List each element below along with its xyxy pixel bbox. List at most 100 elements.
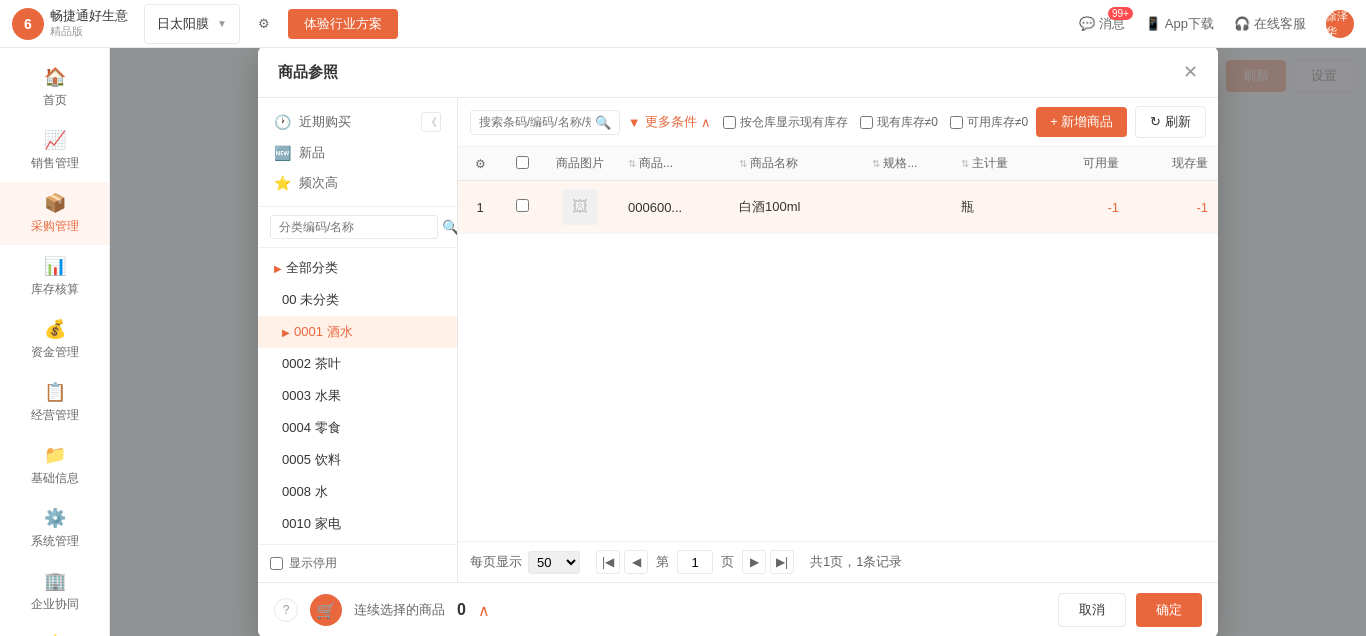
settings-icon[interactable]: ⚙ (475, 157, 486, 171)
category-search-input[interactable] (270, 215, 438, 239)
sidebar-item-system[interactable]: ⚙️ 系统管理 (0, 497, 109, 560)
row-img: 🖼 (542, 181, 618, 234)
sidebar-item-finance[interactable]: 💰 资金管理 (0, 308, 109, 371)
toolbar-right: + 新增商品 ↻ 刷新 (1036, 106, 1206, 138)
page-navigation: |◀ ◀ 第 页 ▶ ▶| (596, 550, 794, 574)
quick-filter-new-label: 新品 (299, 144, 325, 162)
sidebar-item-operations[interactable]: 📋 经营管理 (0, 371, 109, 434)
trial-button[interactable]: 体验行业方案 (288, 9, 398, 39)
category-search-icon[interactable]: 🔍 (442, 219, 458, 235)
operations-icon: 📋 (44, 381, 66, 403)
help-button[interactable]: ? (274, 598, 298, 622)
filter-label: 更多条件 (645, 113, 697, 131)
main-layout: 🏠 首页 📈 销售管理 📦 采购管理 📊 库存核算 💰 资金管理 📋 经营管理 … (0, 48, 1366, 636)
product-search-icon[interactable]: 🔍 (595, 115, 611, 130)
product-search-input[interactable] (479, 115, 591, 129)
messages-button[interactable]: 💬 消息 99+ (1079, 15, 1125, 33)
display-disabled-checkbox[interactable] (270, 557, 283, 570)
modal-footer: ? 🛒 连续选择的商品 0 ∧ 取消 确定 (258, 582, 1218, 636)
chevron-down-icon: ▼ (217, 18, 227, 29)
sidebar-item-guide[interactable]: 🌟 新手引导 (0, 623, 109, 636)
checkbox-warehouse[interactable]: 按仓库显示现有库存 (723, 114, 848, 131)
sidebar-label-inventory: 库存核算 (31, 281, 79, 298)
checkbox-avail-input[interactable] (950, 116, 963, 129)
page-prev-button[interactable]: ◀ (624, 550, 648, 574)
cat-item-0002[interactable]: 0002 茶叶 (258, 348, 457, 380)
refresh-button[interactable]: ↻ 刷新 (1135, 106, 1206, 138)
dropdown-menu[interactable]: 日太阳膜 ▼ (144, 4, 240, 44)
settings-icon[interactable]: ⚙ (248, 8, 280, 40)
product-table: ⚙ 商品图片 (458, 147, 1218, 234)
select-all-checkbox[interactable] (516, 156, 529, 169)
row-num: 1 (458, 181, 502, 234)
collapse-icon[interactable]: ∧ (478, 601, 490, 620)
cat-item-0004[interactable]: 0004 零食 (258, 412, 457, 444)
per-page-label: 每页显示 (470, 553, 522, 571)
category-panel: 🕐 近期购买 《 🆕 新品 ⭐ 频次高 (258, 98, 458, 582)
table-row[interactable]: 1 🖼 (458, 181, 1218, 234)
cat-item-0005[interactable]: 0005 饮料 (258, 444, 457, 476)
sidebar-item-purchase[interactable]: 📦 采购管理 (0, 182, 109, 245)
row-stock: -1 (1129, 181, 1218, 234)
star-icon: ⭐ (274, 175, 291, 191)
page-first-button[interactable]: |◀ (596, 550, 620, 574)
checkbox-avail-nonzero[interactable]: 可用库存≠0 (950, 114, 1028, 131)
collapse-button[interactable]: 《 (421, 112, 441, 132)
product-image: 🖼 (562, 189, 598, 225)
footer-actions: 取消 确定 (1058, 593, 1202, 627)
sidebar-label-sales: 销售管理 (31, 155, 79, 172)
page-input[interactable] (677, 550, 713, 574)
page-last-button[interactable]: ▶| (770, 550, 794, 574)
quick-filter-frequent[interactable]: ⭐ 频次高 (270, 168, 445, 198)
headset-icon: 🎧 (1234, 16, 1250, 31)
cart-button[interactable]: 🛒 (310, 594, 342, 626)
category-list: ▶ 全部分类 00 未分类 ▶ 0001 酒水 0002 茶 (258, 248, 457, 544)
basics-icon: 📁 (44, 444, 66, 466)
home-icon: 🏠 (44, 66, 66, 88)
online-service-button[interactable]: 🎧 在线客服 (1234, 15, 1306, 33)
cat-item-0001[interactable]: ▶ 0001 酒水 (258, 316, 457, 348)
sidebar-item-collab[interactable]: 🏢 企业协同 (0, 560, 109, 623)
confirm-button[interactable]: 确定 (1136, 593, 1202, 627)
filter-more-button[interactable]: ▼ 更多条件 ∧ (628, 113, 711, 131)
page-info: 共1页，1条记录 (810, 553, 902, 571)
cancel-button[interactable]: 取消 (1058, 593, 1126, 627)
sidebar-item-basics[interactable]: 📁 基础信息 (0, 434, 109, 497)
inventory-icon: 📊 (44, 255, 66, 277)
cat-label-0004: 0004 零食 (282, 419, 341, 437)
col-header-check (502, 147, 542, 181)
checkbox-warehouse-input[interactable] (723, 116, 736, 129)
filter-icon: ▼ (628, 115, 641, 130)
modal-close-button[interactable]: ✕ (1183, 61, 1198, 83)
cat-arrow-all: ▶ (274, 263, 282, 274)
sidebar-label-purchase: 采购管理 (31, 218, 79, 235)
page-next-button[interactable]: ▶ (742, 550, 766, 574)
per-page-select[interactable]: 50 20 100 (528, 551, 580, 574)
col-header-name: ⇅ 商品名称 (729, 147, 862, 181)
sidebar-item-home[interactable]: 🏠 首页 (0, 56, 109, 119)
cat-item-0008[interactable]: 0008 水 (258, 476, 457, 508)
cat-item-00[interactable]: 00 未分类 (258, 284, 457, 316)
sidebar-item-sales[interactable]: 📈 销售管理 (0, 119, 109, 182)
checkbox-stock-input[interactable] (860, 116, 873, 129)
app-download-button[interactable]: 📱 App下载 (1145, 15, 1214, 33)
cat-label-all: 全部分类 (286, 259, 338, 277)
add-product-button[interactable]: + 新增商品 (1036, 107, 1127, 137)
modal-body: 🕐 近期购买 《 🆕 新品 ⭐ 频次高 (258, 98, 1218, 582)
quick-filter-new[interactable]: 🆕 新品 (270, 138, 445, 168)
row-checkbox[interactable] (516, 199, 529, 212)
sidebar-label-operations: 经营管理 (31, 407, 79, 424)
category-search-row: 🔍 (258, 207, 457, 248)
cat-label-0003: 0003 水果 (282, 387, 341, 405)
checkbox-stock-nonzero[interactable]: 现有库存≠0 (860, 114, 938, 131)
user-profile[interactable]: 徐泽华 (1326, 10, 1354, 38)
per-page-control: 每页显示 50 20 100 (470, 551, 580, 574)
page-label2: 页 (721, 553, 734, 571)
cat-item-0010[interactable]: 0010 家电 (258, 508, 457, 540)
message-badge: 99+ (1108, 7, 1133, 20)
cat-item-all[interactable]: ▶ 全部分类 (258, 252, 457, 284)
sidebar-item-inventory[interactable]: 📊 库存核算 (0, 245, 109, 308)
quick-filter-recent[interactable]: 🕐 近期购买 《 (270, 106, 445, 138)
top-nav: 6 畅捷通好生意 精品版 日太阳膜 ▼ ⚙ 体验行业方案 💬 消息 99+ 📱 … (0, 0, 1366, 48)
cat-item-0003[interactable]: 0003 水果 (258, 380, 457, 412)
